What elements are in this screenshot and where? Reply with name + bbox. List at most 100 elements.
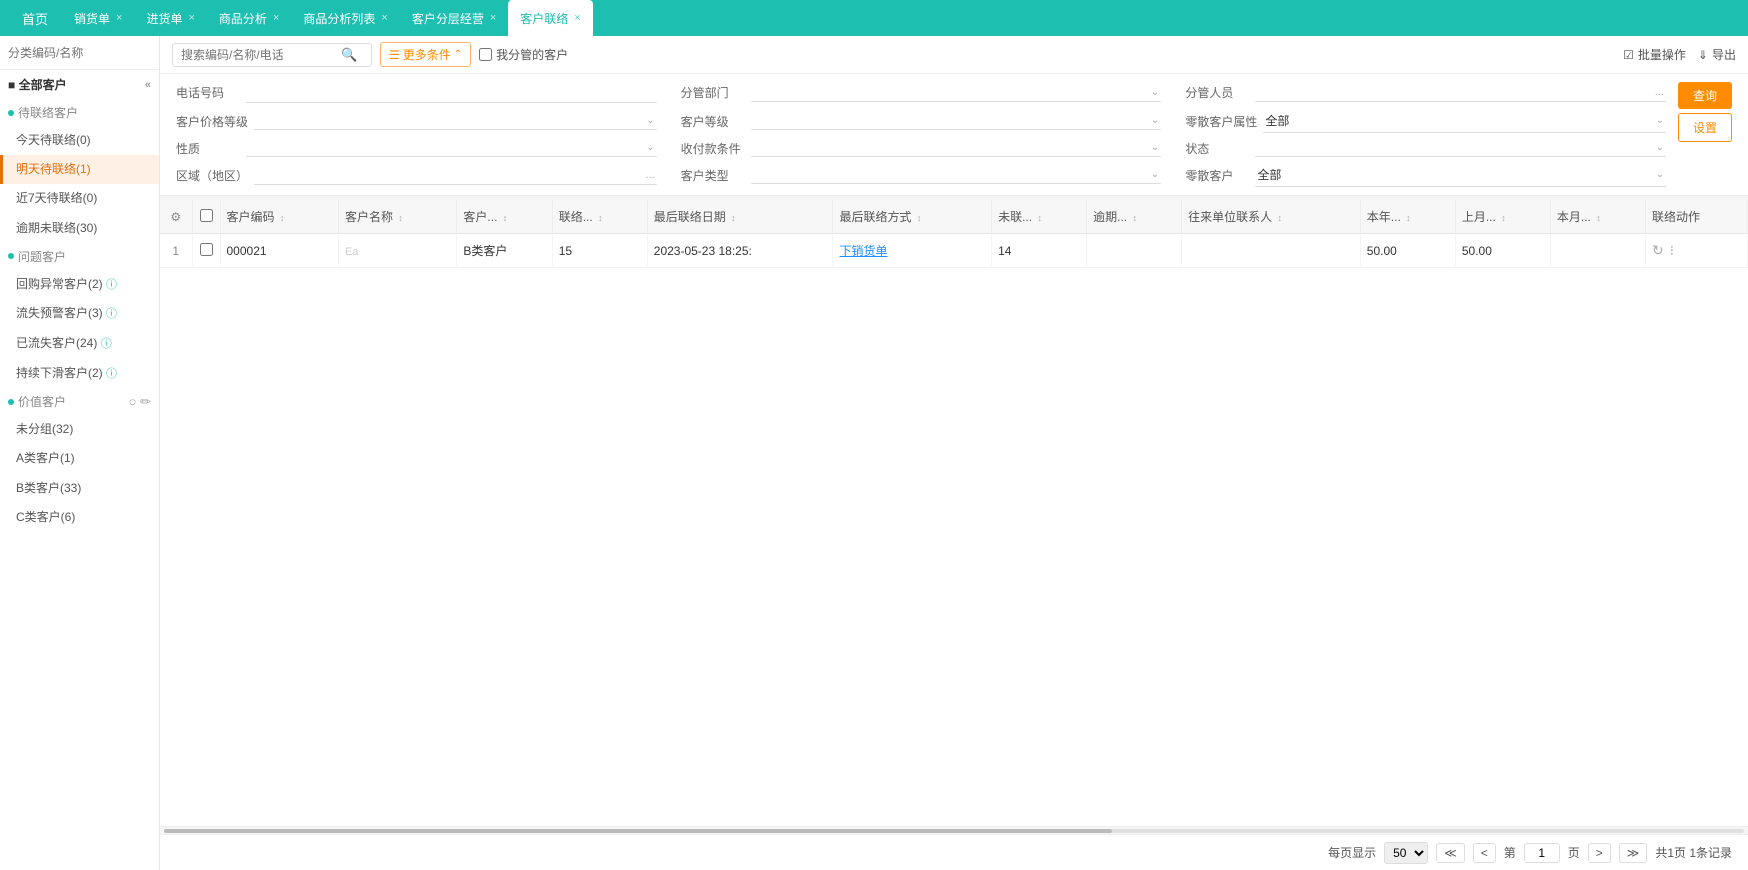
nav-product-analysis-list[interactable]: 商品分析列表 × (291, 0, 399, 36)
first-page-button[interactable]: ≪ (1436, 843, 1465, 863)
scrollbar-thumb[interactable] (164, 829, 1112, 833)
page-size-select[interactable]: 50 (1384, 842, 1428, 864)
select-all-checkbox[interactable] (200, 209, 213, 222)
th-last-contact-method[interactable]: 最后联络方式 ↕ (833, 200, 992, 234)
sort-icon: ↕ (917, 213, 922, 223)
row-checkbox[interactable] (192, 234, 220, 268)
sidebar-search-input[interactable] (8, 46, 160, 60)
sidebar-item-declining[interactable]: 持续下滑客户(2) ⓘ (0, 359, 159, 389)
sidebar-item-churned[interactable]: 已流失客户(24) ⓘ (0, 329, 159, 359)
th-not-contacted[interactable]: 未联... ↕ (992, 200, 1087, 234)
query-button[interactable]: 查询 (1678, 82, 1732, 109)
th-customer-type[interactable]: 客户... ↕ (457, 200, 552, 234)
value-group-icons[interactable]: ○ ✏ (129, 394, 151, 410)
close-icon[interactable]: × (188, 12, 194, 24)
batch-operation-button[interactable]: ☑ 批量操作 (1623, 46, 1686, 63)
close-icon[interactable]: × (116, 12, 122, 24)
sidebar-item-c-class[interactable]: C类客户(6) (0, 503, 159, 532)
export-button[interactable]: ⇓ 导出 (1698, 46, 1736, 63)
filter-status-select[interactable]: ⌄ (1255, 139, 1666, 157)
grid-icon[interactable]: ⁝ (1670, 242, 1674, 259)
page-number-input[interactable] (1524, 843, 1560, 863)
sidebar-item-today-contact[interactable]: 今天待联络(0) (0, 126, 159, 155)
filter-icon: ☰ (389, 48, 400, 62)
refresh-icon[interactable]: ↻ (1652, 242, 1664, 259)
last-page-button[interactable]: ≫ (1619, 843, 1648, 863)
more-filter-button[interactable]: ☰ 更多条件 ⌃ (380, 42, 471, 67)
sidebar: 🔍 ■ 全部客户 « 待联络客户 今天待联络(0) 明天待联络(1) 近7天待联… (0, 36, 160, 870)
reset-button[interactable]: 设置 (1678, 113, 1732, 142)
scrollbar-track (164, 829, 1744, 833)
sidebar-all-customers[interactable]: ■ 全部客户 « (0, 70, 159, 99)
nav-product-analysis[interactable]: 商品分析 × (207, 0, 291, 36)
close-icon[interactable]: × (574, 12, 580, 24)
search-icon[interactable]: 🔍 (341, 47, 357, 63)
page-size-label: 每页显示 (1328, 844, 1376, 861)
my-customers-checkbox-input[interactable] (479, 48, 492, 61)
sidebar-item-ungrouped[interactable]: 未分组(32) (0, 415, 159, 444)
th-checkbox[interactable] (192, 200, 220, 234)
row-num: 1 (160, 234, 192, 268)
filter-region-select[interactable]: ... (254, 166, 657, 185)
th-setting[interactable]: ⚙ (160, 200, 192, 234)
sidebar-search-bar: 🔍 (0, 36, 159, 70)
row-company-contact (1182, 234, 1361, 268)
filter-payment: 收付款条件 ⌄ (681, 139, 1162, 157)
filter-retail-customer-select[interactable]: 全部⌄ (1255, 163, 1666, 187)
horizontal-scrollbar[interactable] (160, 826, 1748, 834)
th-overdue[interactable]: 逾期... ↕ (1087, 200, 1182, 234)
filter-dept-select[interactable]: ⌄ (751, 84, 1162, 102)
page-unit: 页 (1568, 844, 1580, 861)
close-icon[interactable]: × (381, 12, 387, 24)
filter-price-grade: 客户价格等级 ⌄ (176, 112, 657, 130)
sort-icon: ↕ (503, 213, 508, 223)
close-icon[interactable]: × (273, 12, 279, 24)
th-action: 联络动作 (1645, 200, 1747, 234)
sidebar-item-repurchase-anomaly[interactable]: 回购异常客户(2) ⓘ (0, 270, 159, 300)
nav-purchase-order[interactable]: 进货单 × (134, 0, 206, 36)
th-customer-code[interactable]: 客户编码 ↕ (220, 200, 338, 234)
nav-home[interactable]: 首页 (8, 0, 62, 36)
row-customer-code: 000021 (220, 234, 338, 268)
sidebar-item-tomorrow-contact[interactable]: 明天待联络(1) (0, 155, 159, 184)
nav-customer-stratify[interactable]: 客户分层经营 × (400, 0, 508, 36)
th-company-contact[interactable]: 往来单位联系人 ↕ (1182, 200, 1361, 234)
sort-icon: ↕ (1596, 213, 1601, 223)
sidebar-item-b-class[interactable]: B类客户(33) (0, 474, 159, 503)
th-last-contact-date[interactable]: 最后联络日期 ↕ (647, 200, 833, 234)
filter-customer-grade-select[interactable]: ⌄ (751, 112, 1162, 130)
close-icon[interactable]: × (490, 12, 496, 24)
filter-phone-input[interactable] (246, 82, 657, 103)
nav-customer-contact[interactable]: 客户联络 × (508, 0, 592, 36)
nav-sales-order[interactable]: 销货单 × (62, 0, 134, 36)
next-page-button[interactable]: > (1588, 843, 1611, 863)
filter-scatter-attr-select[interactable]: 全部⌄ (1263, 109, 1666, 133)
th-this-month[interactable]: 本月... ↕ (1550, 200, 1645, 234)
th-customer-name[interactable]: 客户名称 ↕ (338, 200, 456, 234)
filter-manager-select[interactable]: ... (1255, 83, 1666, 102)
prev-page-button[interactable]: < (1473, 843, 1496, 863)
th-last-month[interactable]: 上月... ↕ (1455, 200, 1550, 234)
search-input[interactable] (181, 48, 341, 62)
sort-icon: ↕ (1501, 213, 1506, 223)
filter-customer-type-select[interactable]: ⌄ (751, 166, 1162, 184)
sidebar-item-7days-contact[interactable]: 近7天待联络(0) (0, 184, 159, 213)
row-action: ↻ ⁝ (1645, 234, 1747, 268)
th-this-year[interactable]: 本年... ↕ (1360, 200, 1455, 234)
row-last-contact-method[interactable]: 下销货单 (833, 234, 992, 268)
total-records: 共1页 1条记录 (1655, 844, 1732, 861)
sidebar-item-a-class[interactable]: A类客户(1) (0, 444, 159, 473)
filter-status: 状态 ⌄ (1185, 139, 1666, 157)
page-label: 第 (1504, 844, 1516, 861)
filter-nature-select[interactable]: ⌄ (246, 139, 657, 157)
my-customers-checkbox[interactable]: 我分管的客户 (479, 46, 568, 63)
row-select-checkbox[interactable] (200, 243, 213, 256)
filter-row-2: 客户价格等级 ⌄ 客户等级 ⌄ (176, 109, 1666, 133)
table-header-row: ⚙ 客户编码 ↕ 客户名称 ↕ 客户... ↕ (160, 200, 1748, 234)
th-contact[interactable]: 联络... ↕ (552, 200, 647, 234)
sidebar-item-overdue-contact[interactable]: 逾期未联络(30) (0, 214, 159, 243)
row-overdue (1087, 234, 1182, 268)
sidebar-item-churn-warning[interactable]: 流失预警客户(3) ⓘ (0, 299, 159, 329)
filter-price-grade-select[interactable]: ⌄ (254, 112, 657, 130)
filter-payment-select[interactable]: ⌄ (751, 139, 1162, 157)
